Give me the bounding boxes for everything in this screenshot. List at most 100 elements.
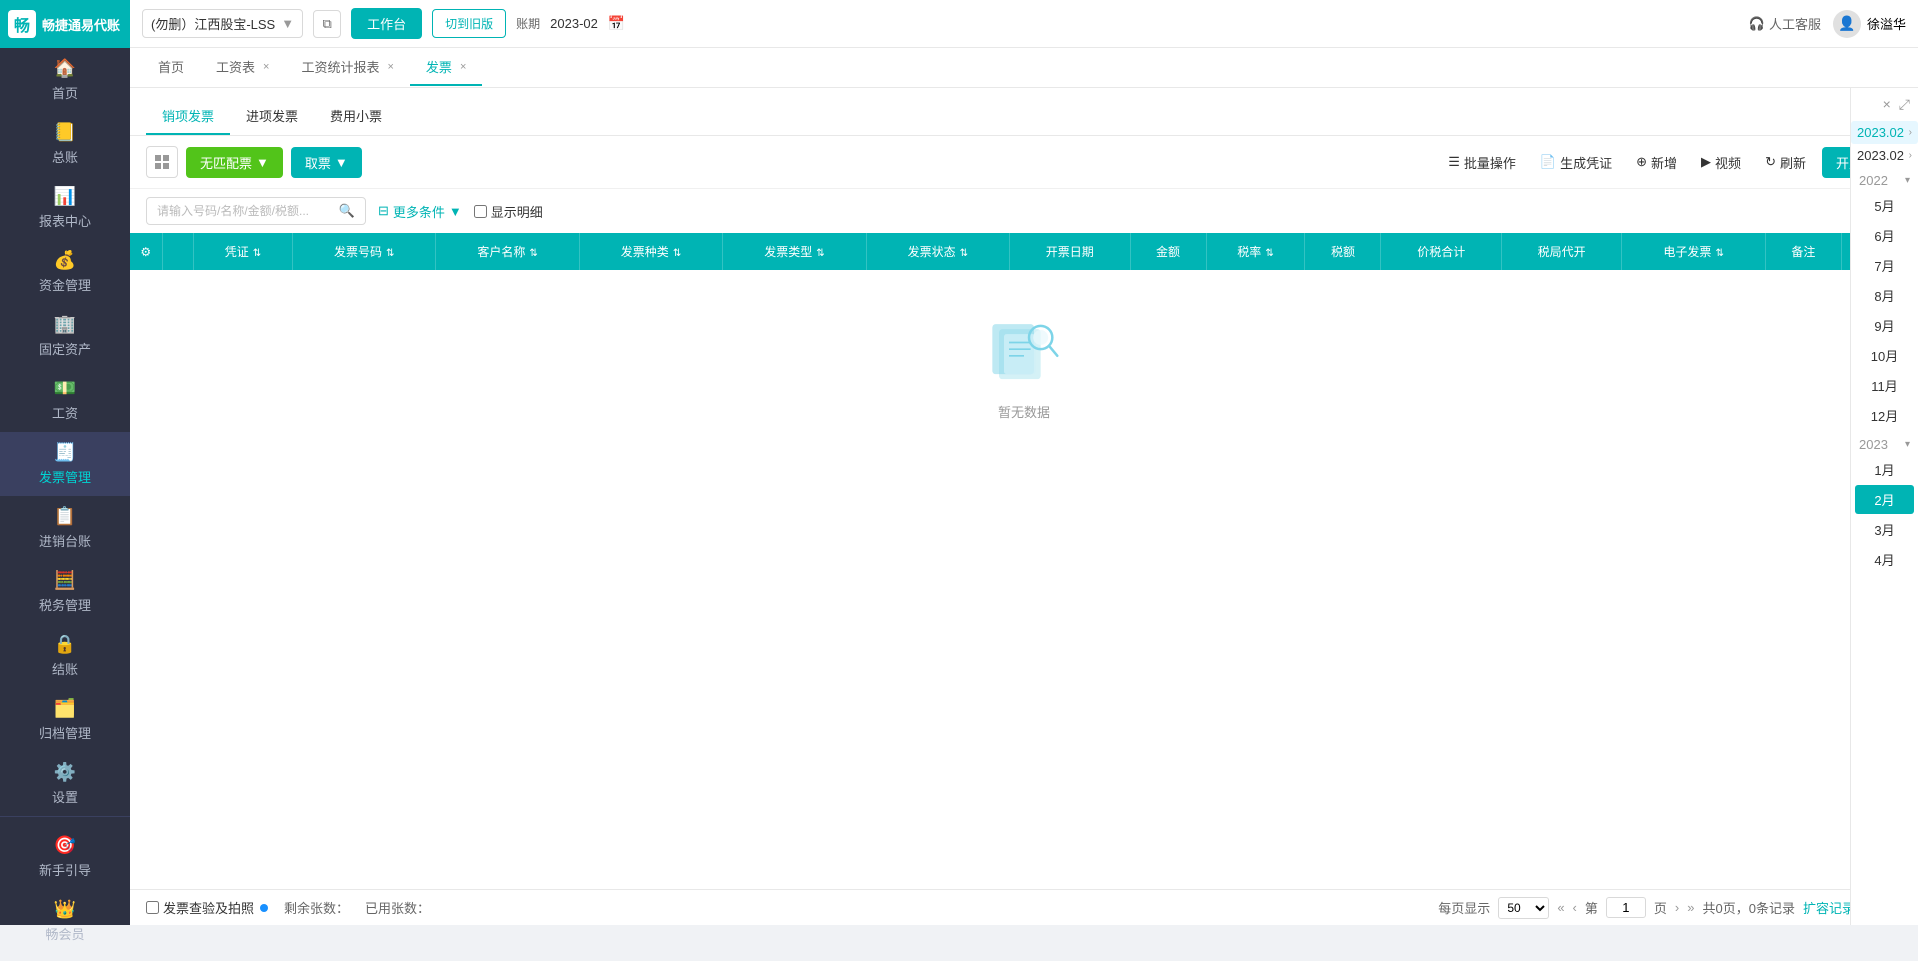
date-period-0[interactable]: 2023.02› — [1851, 121, 1918, 144]
sidebar-item-invoice-mgmt[interactable]: 🧾发票管理 — [0, 432, 130, 496]
first-page-button[interactable]: « — [1557, 900, 1564, 915]
copy-button[interactable]: ⧉ — [313, 10, 341, 38]
batch-ops-button[interactable]: ☰ 批量操作 — [1440, 148, 1524, 177]
year-chevron-2023[interactable]: ▾ — [1905, 439, 1910, 450]
verify-row: 发票查验及拍照 — [146, 898, 268, 917]
page-input[interactable] — [1606, 897, 1646, 918]
month-label-4月: 4月 — [1874, 553, 1894, 568]
col-e_invoice[interactable]: 电子发票⇅ — [1622, 233, 1765, 270]
tab-home[interactable]: 首页 — [142, 49, 200, 86]
sidebar-item-guide[interactable]: 🎯新手引导 — [0, 825, 130, 889]
invoice-table: ⚙凭证⇅发票号码⇅客户名称⇅发票种类⇅发票类型⇅发票状态⇅开票日期金额税率⇅税额… — [130, 233, 1918, 270]
prev-page-button[interactable]: ‹ — [1573, 900, 1577, 915]
date-month-11月[interactable]: 11月 — [1855, 371, 1914, 400]
sidebar-item-ledger[interactable]: 📒总账 — [0, 112, 130, 176]
date-month-3月[interactable]: 3月 — [1855, 515, 1914, 544]
col-invoice_status[interactable]: 发票状态⇅ — [866, 233, 1009, 270]
generate-voucher-button[interactable]: 📄 生成凭证 — [1532, 148, 1620, 177]
calendar-icon[interactable]: 📅 — [608, 15, 625, 32]
sidebar-label-close: 结账 — [52, 659, 78, 678]
date-month-7月[interactable]: 7月 — [1855, 251, 1914, 280]
tab-label-home: 首页 — [158, 57, 184, 76]
sidebar-item-home[interactable]: 🏠首页 — [0, 48, 130, 112]
per-page-select[interactable]: 50 10 20 100 — [1498, 897, 1549, 919]
sidebar-item-member[interactable]: 👑畅会员 — [0, 889, 130, 953]
col-voucher[interactable]: 凭证⇅ — [194, 233, 293, 270]
month-label-1月: 1月 — [1874, 463, 1894, 478]
tab-invoice[interactable]: 发票× — [410, 49, 482, 86]
more-conditions-button[interactable]: ⊟ 更多条件 ▼ — [378, 202, 462, 221]
date-month-8月[interactable]: 8月 — [1855, 281, 1914, 310]
workspace-button[interactable]: 工作台 — [351, 8, 422, 39]
sidebar-item-assets[interactable]: 🏢固定资产 — [0, 304, 130, 368]
month-label-10月: 10月 — [1871, 349, 1898, 364]
verify-checkbox-label[interactable]: 发票查验及拍照 — [146, 898, 254, 917]
sidebar-label-sales-ledger: 进销台账 — [39, 531, 91, 550]
year-chevron-2022[interactable]: ▾ — [1905, 175, 1910, 186]
sidebar-label-salary: 工资 — [52, 403, 78, 422]
sidebar-item-funds[interactable]: 💰资金管理 — [0, 240, 130, 304]
search-icon[interactable]: 🔍 — [339, 203, 355, 219]
tab-salary-table[interactable]: 工资表× — [200, 49, 285, 86]
refresh-button[interactable]: ↻ 刷新 — [1757, 148, 1814, 177]
month-label-6月: 6月 — [1874, 229, 1894, 244]
tab-close-invoice[interactable]: × — [460, 61, 466, 73]
col-customer[interactable]: 客户名称⇅ — [436, 233, 579, 270]
switch-version-button[interactable]: 切到旧版 — [432, 9, 506, 38]
period-label: 账期 — [516, 15, 540, 32]
tab-close-salary-table[interactable]: × — [263, 61, 269, 73]
date-month-10月[interactable]: 10月 — [1855, 341, 1914, 370]
search-input[interactable] — [157, 204, 335, 218]
sub-tab-expense[interactable]: 费用小票 — [314, 98, 398, 135]
date-month-9月[interactable]: 9月 — [1855, 311, 1914, 340]
sidebar-item-tax[interactable]: 🧮税务管理 — [0, 560, 130, 624]
sub-tab-sales[interactable]: 销项发票 — [146, 98, 230, 135]
service-button[interactable]: 🎧 人工客服 — [1749, 14, 1821, 33]
verify-label: 发票查验及拍照 — [163, 898, 254, 917]
last-page-button[interactable]: » — [1687, 900, 1694, 915]
show-detail-checkbox[interactable] — [474, 205, 487, 218]
sidebar-item-sales-ledger[interactable]: 📋进销台账 — [0, 496, 130, 560]
grid-icon-button[interactable] — [146, 146, 178, 178]
page-label: 第 — [1585, 898, 1598, 917]
sub-tab-purchase[interactable]: 进项发票 — [230, 98, 314, 135]
new-button[interactable]: ⊕ 新增 — [1628, 148, 1685, 177]
take-ticket-button[interactable]: 取票 ▼ — [291, 147, 362, 178]
video-button[interactable]: ▶ 视频 — [1693, 148, 1749, 177]
sidebar-item-salary[interactable]: 💵工资 — [0, 368, 130, 432]
month-label-8月: 8月 — [1874, 289, 1894, 304]
date-month-12月[interactable]: 12月 — [1855, 401, 1914, 430]
date-month-1月[interactable]: 1月 — [1855, 455, 1914, 484]
date-month-4月[interactable]: 4月 — [1855, 545, 1914, 574]
table-container: ⚙凭证⇅发票号码⇅客户名称⇅发票种类⇅发票类型⇅发票状态⇅开票日期金额税率⇅税额… — [130, 233, 1918, 889]
sidebar-item-settings[interactable]: ⚙️设置 — [0, 752, 130, 816]
col-invoice_category[interactable]: 发票类型⇅ — [723, 233, 866, 270]
date-month-5月[interactable]: 5月 — [1855, 191, 1914, 220]
date-month-2月[interactable]: 2月 — [1855, 485, 1914, 514]
col-invoice_no[interactable]: 发票号码⇅ — [292, 233, 435, 270]
add-member-link[interactable]: 扩容记录 — [1803, 898, 1855, 917]
company-selector[interactable]: (勿删）江西股宝-LSS ▼ — [142, 9, 303, 38]
tab-close-salary-stats[interactable]: × — [387, 61, 393, 73]
app-logo: 畅 畅捷通易代账 — [0, 0, 130, 48]
generate-voucher-label: 生成凭证 — [1560, 153, 1612, 172]
date-month-6月[interactable]: 6月 — [1855, 221, 1914, 250]
app-name: 畅捷通易代账 — [42, 15, 120, 34]
date-period-1[interactable]: 2023.02› — [1851, 144, 1918, 167]
date-sidebar-close-button[interactable]: × — [1881, 94, 1893, 115]
chevron-down-icon: ▼ — [281, 16, 294, 31]
col-tax_code: 税局代开 — [1501, 233, 1621, 270]
sidebar-item-archive[interactable]: 🗂️归档管理 — [0, 688, 130, 752]
verify-checkbox[interactable] — [146, 901, 159, 914]
batch-ops-label: 批量操作 — [1464, 153, 1516, 172]
next-page-button[interactable]: › — [1675, 900, 1679, 915]
sidebar-item-close[interactable]: 🔒结账 — [0, 624, 130, 688]
show-detail-label[interactable]: 显示明细 — [474, 202, 543, 221]
user-info[interactable]: 👤 徐溢华 — [1833, 10, 1906, 38]
col-tax_rate[interactable]: 税率⇅ — [1206, 233, 1305, 270]
sidebar-item-reports[interactable]: 📊报表中心 — [0, 176, 130, 240]
no-match-button[interactable]: 无匹配票 ▼ — [186, 147, 283, 178]
col-invoice_type[interactable]: 发票种类⇅ — [579, 233, 722, 270]
tab-salary-stats[interactable]: 工资统计报表× — [285, 49, 409, 86]
date-sidebar-maximize-button[interactable]: ⤢ — [1897, 94, 1912, 115]
